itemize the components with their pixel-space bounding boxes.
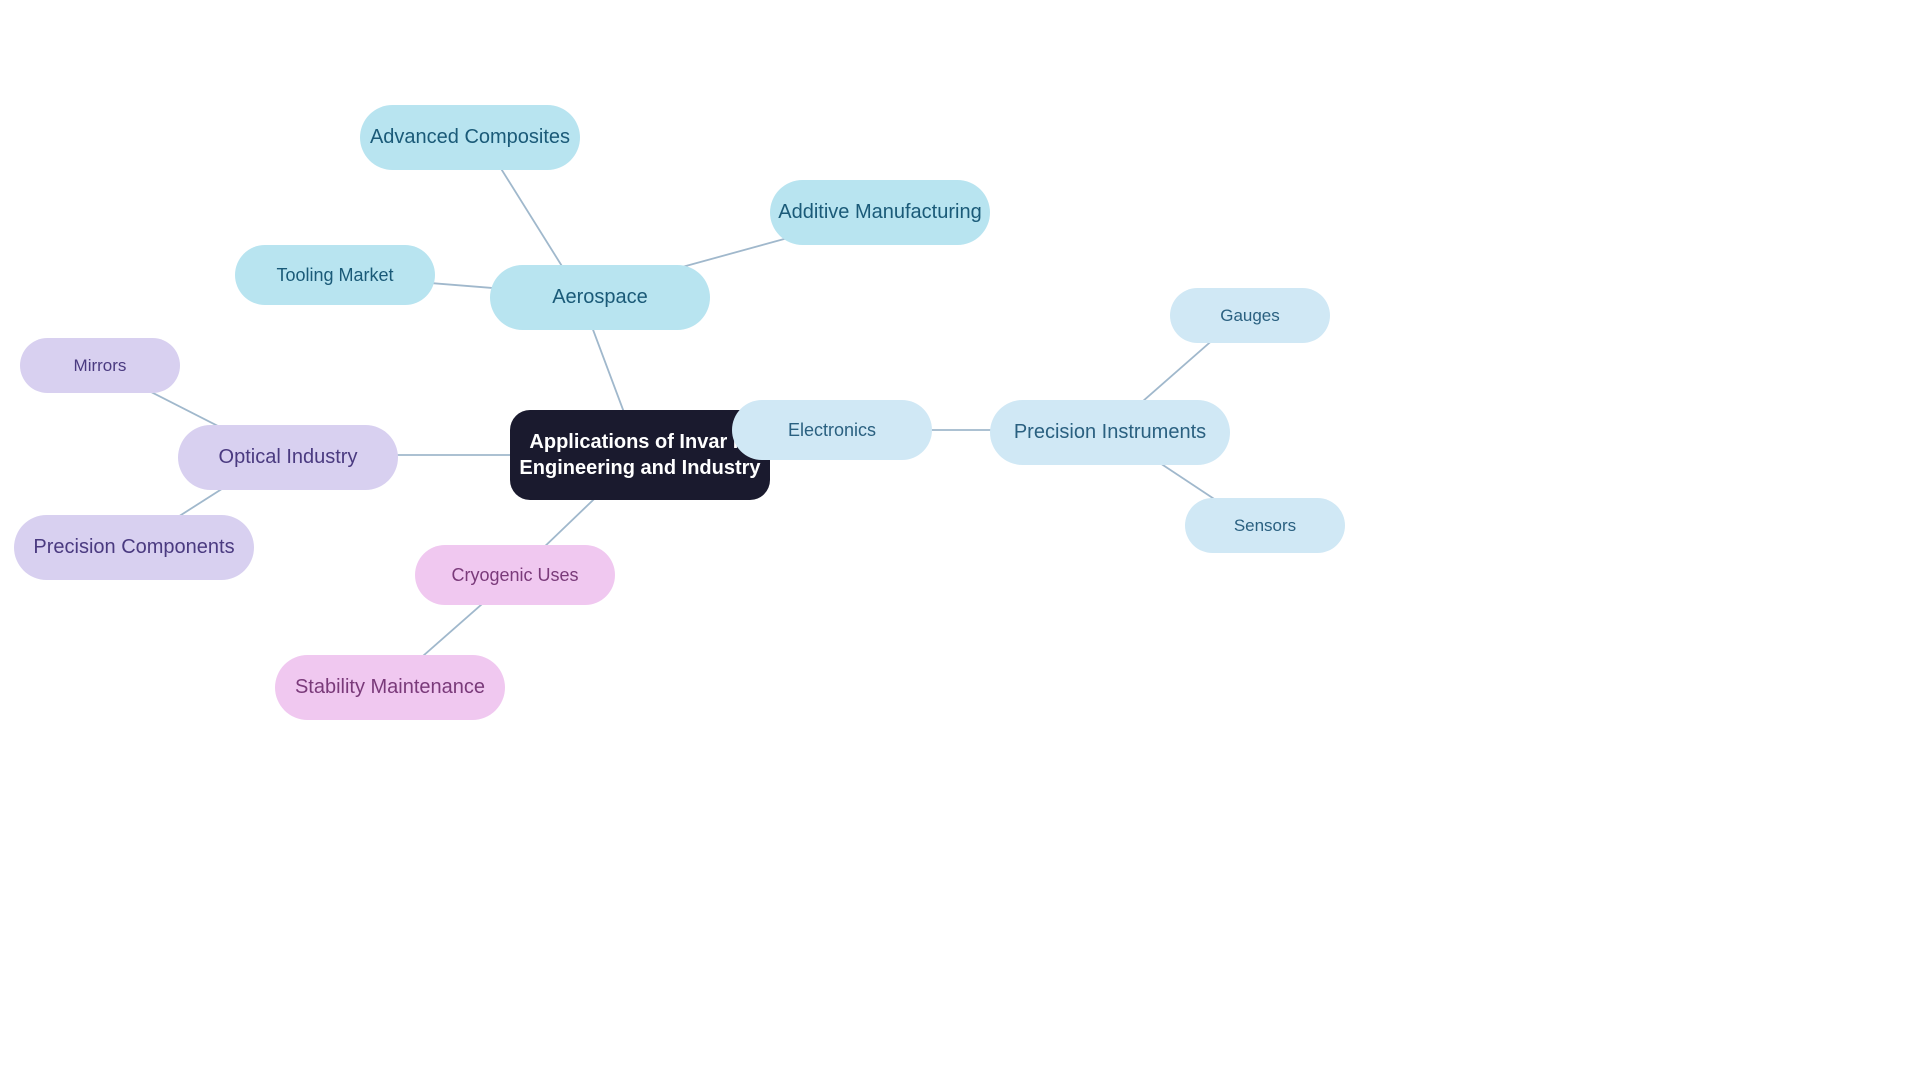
cryogenic-uses-node: Cryogenic Uses (415, 545, 615, 605)
stability-maintenance-node: Stability Maintenance (275, 655, 505, 720)
optical-industry-node: Optical Industry (178, 425, 398, 490)
aerospace-node: Aerospace (490, 265, 710, 330)
precision-components-node: Precision Components (14, 515, 254, 580)
mirrors-node: Mirrors (20, 338, 180, 393)
additive-manufacturing-node: Additive Manufacturing (770, 180, 990, 245)
tooling-market-node: Tooling Market (235, 245, 435, 305)
center-node: Applications of Invar in Engineering and… (510, 410, 770, 500)
electronics-node: Electronics (732, 400, 932, 460)
advanced-composites-node: Advanced Composites (360, 105, 580, 170)
sensors-node: Sensors (1185, 498, 1345, 553)
precision-instruments-node: Precision Instruments (990, 400, 1230, 465)
gauges-node: Gauges (1170, 288, 1330, 343)
